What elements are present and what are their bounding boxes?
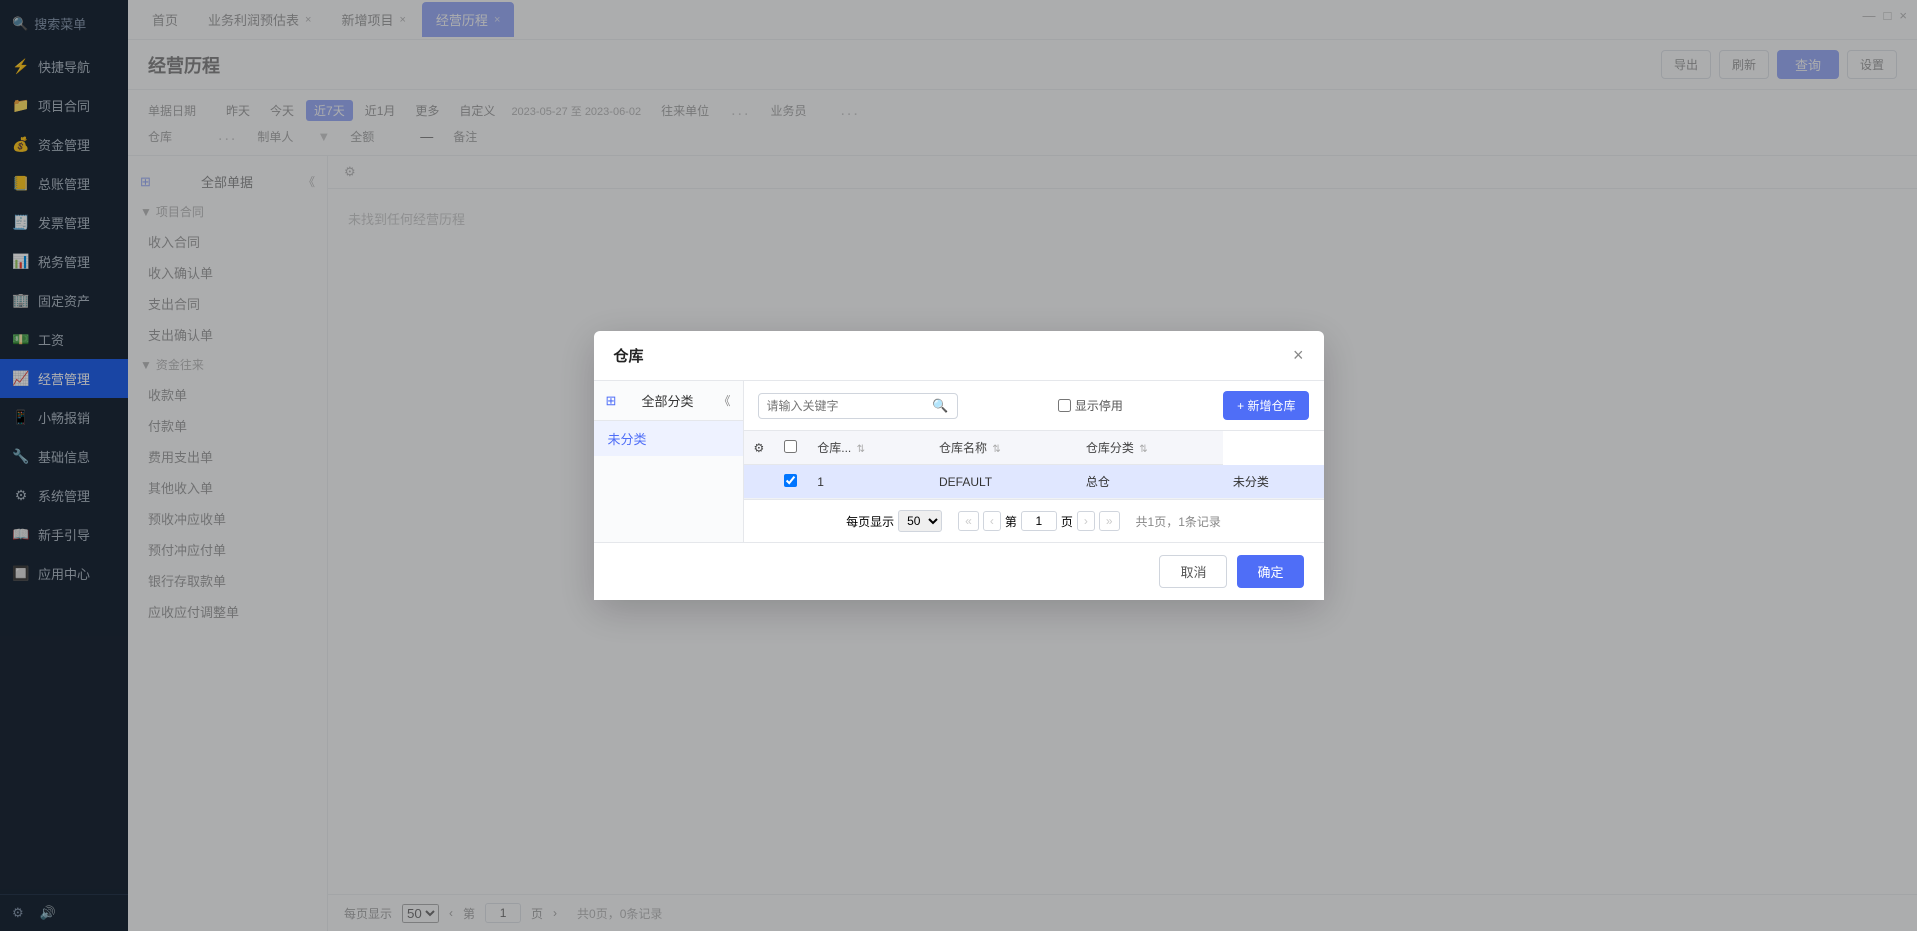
category-header: ⊞ 全部分类 《 — [594, 381, 743, 421]
table-panel: 🔍 显示停用 + 新增仓库 ⚙ — [744, 381, 1324, 542]
modal-total-info: 共1页，1条记录 — [1136, 513, 1221, 530]
sort-icon-category[interactable]: ⇅ — [1139, 444, 1147, 455]
row-name: 总仓 — [1076, 465, 1223, 499]
th-checkbox — [774, 431, 807, 465]
row-id: 1 — [807, 465, 929, 499]
modal-search-bar: 🔍 显示停用 + 新增仓库 — [744, 381, 1324, 431]
category-item-uncategorized[interactable]: 未分类 — [594, 421, 743, 456]
modal-header: 仓库 × — [594, 331, 1324, 381]
modal-title: 仓库 — [614, 345, 644, 366]
modal-body: ⊞ 全部分类 《 未分类 🔍 显示停用 — [594, 381, 1324, 542]
category-panel: ⊞ 全部分类 《 未分类 — [594, 381, 744, 542]
row-settings — [744, 465, 775, 499]
row-code: DEFAULT — [929, 465, 1076, 499]
category-scroll: 未分类 — [594, 421, 743, 542]
page-label: 第 — [1005, 513, 1017, 530]
row-checkbox[interactable] — [784, 474, 797, 487]
sort-icon-code[interactable]: ⇅ — [857, 444, 865, 455]
add-warehouse-button[interactable]: + 新增仓库 — [1223, 391, 1309, 420]
prev-page-button[interactable]: ‹ — [983, 511, 1001, 531]
warehouse-table: ⚙ 仓库... ⇅ 仓库名称 — [744, 431, 1324, 499]
show-disabled-checkbox[interactable] — [1058, 399, 1071, 412]
row-checkbox-cell — [774, 465, 807, 499]
warehouse-modal: 仓库 × ⊞ 全部分类 《 未分类 — [594, 331, 1324, 600]
modal-pagination: 每页显示 50 « ‹ 第 页 › » 共1页，1条记录 — [744, 499, 1324, 542]
th-name: 仓库名称 ⇅ — [929, 431, 1076, 465]
category-collapse-icon[interactable]: 《 — [718, 392, 730, 409]
show-disabled-wrap: 显示停用 — [1058, 397, 1123, 414]
table-settings-icon[interactable]: ⚙ — [754, 441, 765, 455]
search-icon: 🔍 — [932, 398, 948, 414]
sort-icon-name[interactable]: ⇅ — [992, 444, 1000, 455]
table-row[interactable]: 1 DEFAULT 总仓 未分类 — [744, 465, 1324, 499]
next-page-button[interactable]: › — [1077, 511, 1095, 531]
warehouse-search-input[interactable] — [767, 399, 933, 413]
category-header-label: 全部分类 — [641, 391, 693, 410]
th-code: 仓库... ⇅ — [807, 431, 929, 465]
th-settings: ⚙ — [744, 431, 775, 465]
row-category: 未分类 — [1223, 465, 1324, 499]
cancel-button[interactable]: 取消 — [1159, 555, 1227, 588]
page-nav: « ‹ 第 页 › » — [958, 511, 1119, 531]
first-page-button[interactable]: « — [958, 511, 979, 531]
last-page-button[interactable]: » — [1099, 511, 1120, 531]
th-category: 仓库分类 ⇅ — [1076, 431, 1223, 465]
page-unit: 页 — [1061, 513, 1073, 530]
per-page-wrap: 每页显示 50 — [846, 510, 942, 532]
modal-page-input[interactable] — [1021, 511, 1057, 531]
show-disabled-label: 显示停用 — [1075, 397, 1123, 414]
search-input-wrap: 🔍 — [758, 393, 958, 419]
modal-close-button[interactable]: × — [1293, 345, 1304, 366]
confirm-button[interactable]: 确定 — [1237, 555, 1303, 588]
modal-overlay: 仓库 × ⊞ 全部分类 《 未分类 — [0, 0, 1917, 931]
modal-per-page-select[interactable]: 50 — [898, 510, 942, 532]
per-page-label: 每页显示 — [846, 513, 894, 530]
all-category-icon: ⊞ — [606, 393, 617, 409]
modal-footer: 取消 确定 — [594, 542, 1324, 600]
select-all-checkbox[interactable] — [784, 440, 797, 453]
